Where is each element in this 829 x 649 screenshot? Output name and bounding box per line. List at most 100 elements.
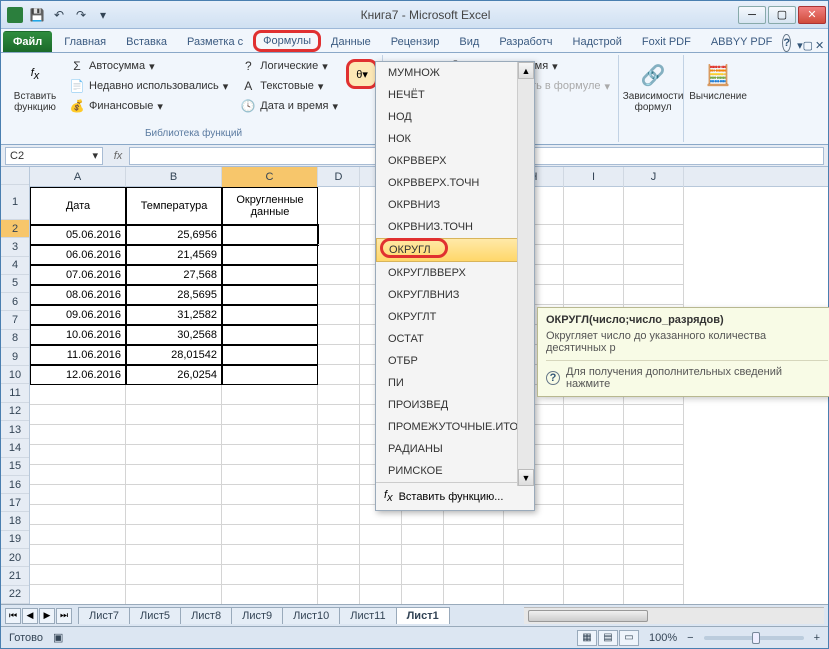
dropdown-item[interactable]: ПИ — [376, 372, 534, 394]
cell[interactable] — [564, 225, 624, 245]
cell[interactable] — [318, 265, 360, 285]
tab-formulas[interactable]: Формулы — [253, 30, 321, 52]
cell[interactable] — [222, 465, 318, 485]
maximize-button[interactable]: ▢ — [768, 6, 796, 24]
cell[interactable] — [624, 465, 684, 485]
sheet-tab[interactable]: Лист1 — [396, 607, 450, 624]
cell[interactable] — [444, 565, 504, 585]
cell[interactable] — [30, 405, 126, 425]
cell[interactable] — [318, 565, 360, 585]
row-header[interactable]: 11 — [1, 384, 29, 402]
cell[interactable] — [444, 585, 504, 604]
formula-dependencies-button[interactable]: 🔗 Зависимости формул — [627, 57, 679, 115]
sheet-nav-prev-icon[interactable]: ◀ — [22, 608, 38, 624]
tab-abbyy[interactable]: ABBYY PDF — [701, 31, 783, 52]
doc-restore-icon[interactable]: ▢ — [803, 39, 813, 52]
cell[interactable] — [126, 385, 222, 405]
dropdown-item[interactable]: ОКРВВЕРХ — [376, 150, 534, 172]
cell[interactable] — [402, 545, 444, 565]
cell[interactable] — [126, 565, 222, 585]
cell[interactable] — [222, 525, 318, 545]
cell[interactable] — [402, 565, 444, 585]
row-header[interactable]: 15 — [1, 458, 29, 476]
row-header[interactable]: 2 — [1, 220, 29, 238]
row-header[interactable]: 9 — [1, 348, 29, 366]
cell[interactable] — [318, 385, 360, 405]
tab-home[interactable]: Главная — [54, 31, 116, 52]
tab-addins[interactable]: Надстрой — [563, 31, 632, 52]
cell[interactable]: 07.06.2016 — [30, 265, 126, 285]
tab-review[interactable]: Рецензир — [381, 31, 450, 52]
cell[interactable] — [564, 285, 624, 305]
cell[interactable] — [318, 465, 360, 485]
cell[interactable] — [222, 365, 318, 385]
cell[interactable] — [126, 405, 222, 425]
row-header[interactable]: 20 — [1, 549, 29, 567]
dropdown-item[interactable]: РАДИАНЫ — [376, 438, 534, 460]
cell[interactable] — [318, 445, 360, 465]
chevron-down-icon[interactable]: ▾ — [92, 149, 98, 162]
cell[interactable] — [564, 265, 624, 285]
cell[interactable] — [564, 545, 624, 565]
cell[interactable] — [222, 285, 318, 305]
macro-icon[interactable]: ▣ — [53, 631, 63, 644]
sheet-tab[interactable]: Лист5 — [129, 607, 181, 624]
cell[interactable]: 09.06.2016 — [30, 305, 126, 325]
undo-icon[interactable]: ↶ — [49, 5, 69, 25]
dropdown-item[interactable]: ОКРВНИЗ — [376, 194, 534, 216]
view-pagebreak-icon[interactable]: ▭ — [619, 630, 639, 646]
qat-more-icon[interactable]: ▾ — [93, 5, 113, 25]
cell[interactable]: 25,6956 — [126, 225, 222, 245]
row-header[interactable]: 4 — [1, 257, 29, 275]
cell[interactable]: 12.06.2016 — [30, 365, 126, 385]
scroll-up-icon[interactable]: ▲ — [518, 62, 534, 79]
tooltip-help[interactable]: ? Для получения дополнительных сведений … — [546, 360, 828, 390]
cell[interactable] — [30, 505, 126, 525]
tab-file[interactable]: Файл — [3, 31, 52, 52]
datetime-button[interactable]: 🕓Дата и время ▾ — [236, 97, 342, 115]
cell[interactable] — [318, 545, 360, 565]
cell[interactable] — [222, 265, 318, 285]
cell[interactable] — [564, 525, 624, 545]
row-header[interactable]: 21 — [1, 567, 29, 585]
cell[interactable]: 28,5695 — [126, 285, 222, 305]
dropdown-scrollbar[interactable]: ▲ ▼ — [517, 62, 534, 486]
doc-close-icon[interactable]: ✕ — [815, 39, 824, 52]
sheet-tab[interactable]: Лист8 — [180, 607, 232, 624]
scroll-down-icon[interactable]: ▼ — [518, 469, 534, 486]
row-header[interactable]: 22 — [1, 586, 29, 604]
row-header[interactable]: 5 — [1, 275, 29, 293]
dropdown-item[interactable]: ПРОМЕЖУТОЧНЫЕ.ИТОГИ — [376, 416, 534, 438]
cell[interactable] — [360, 585, 402, 604]
dropdown-insert-function[interactable]: fx Вставить функцию... — [376, 482, 534, 510]
cell[interactable]: 27,568 — [126, 265, 222, 285]
cell[interactable]: 05.06.2016 — [30, 225, 126, 245]
tab-insert[interactable]: Вставка — [116, 31, 177, 52]
dropdown-item[interactable]: ОКРВВЕРХ.ТОЧН — [376, 172, 534, 194]
dropdown-item[interactable]: МУМНОЖ — [376, 62, 534, 84]
header-cell[interactable]: Дата — [30, 187, 126, 225]
cell[interactable]: 28,01542 — [126, 345, 222, 365]
header-cell[interactable]: Округленные данные — [222, 187, 318, 225]
financial-button[interactable]: 💰Финансовые ▾ — [65, 97, 232, 115]
cell[interactable] — [624, 405, 684, 425]
cell[interactable] — [564, 585, 624, 604]
view-normal-icon[interactable]: ▦ — [577, 630, 597, 646]
dropdown-item[interactable]: РИМСКОЕ — [376, 460, 534, 482]
zoom-in-icon[interactable]: + — [814, 632, 820, 644]
cell[interactable] — [564, 405, 624, 425]
logical-button[interactable]: ?Логические ▾ — [236, 57, 342, 75]
row-header[interactable]: 3 — [1, 238, 29, 256]
cell[interactable] — [624, 445, 684, 465]
dropdown-item[interactable]: ОКРУГЛВВЕРХ — [376, 262, 534, 284]
tab-developer[interactable]: Разработч — [489, 31, 562, 52]
cell[interactable] — [222, 245, 318, 265]
cell[interactable] — [30, 385, 126, 405]
cell[interactable] — [624, 505, 684, 525]
cell[interactable] — [222, 425, 318, 445]
fx-label-icon[interactable]: fx — [107, 150, 129, 162]
tab-foxit[interactable]: Foxit PDF — [632, 31, 701, 52]
cell[interactable] — [222, 445, 318, 465]
cell[interactable]: 08.06.2016 — [30, 285, 126, 305]
cell[interactable] — [624, 525, 684, 545]
